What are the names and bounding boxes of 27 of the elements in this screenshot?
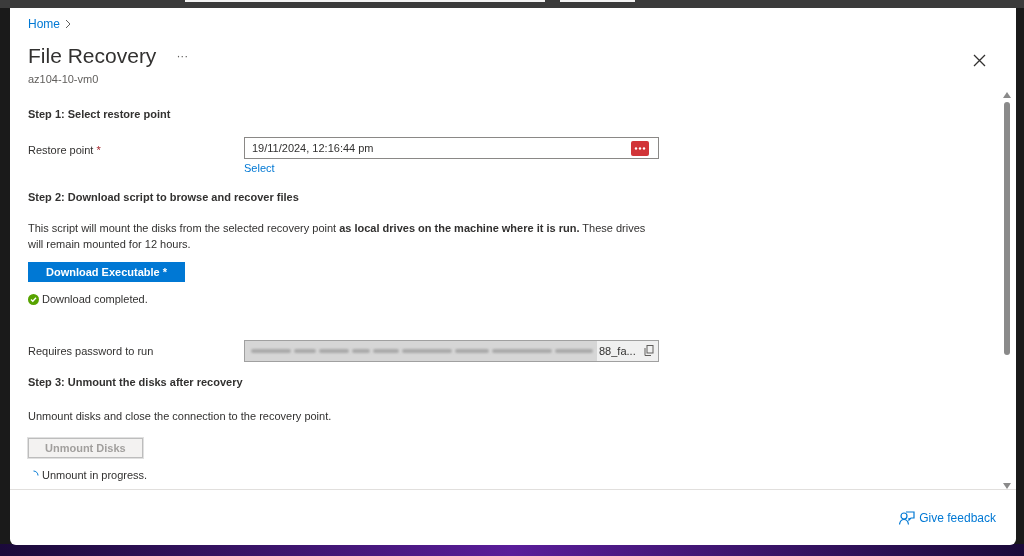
restore-point-field[interactable]: 19/11/2024, 12:16:44 pm bbox=[244, 137, 659, 160]
password-text: 88_fa... bbox=[599, 343, 636, 359]
feedback-icon bbox=[899, 510, 916, 525]
more-button[interactable]: ··· bbox=[176, 47, 189, 66]
description-text: This script will mount the disks from the selected recovery point as local drives on the machine where it is run. These drives will remain mounted for 12 hours. bbox=[28, 221, 647, 253]
blade-subtitle: az104-10-vm0 bbox=[28, 72, 100, 88]
section-heading: Step 1: Select restore point bbox=[28, 106, 172, 122]
more-icon[interactable] bbox=[631, 140, 649, 156]
status-text: Unmount in progress. bbox=[42, 467, 148, 483]
password-field[interactable]: 88_fa... bbox=[244, 339, 659, 362]
field-label: Restore point bbox=[28, 144, 95, 157]
status-text: Download completed. bbox=[42, 292, 148, 308]
copy-icon[interactable] bbox=[644, 345, 654, 357]
scroll-up-icon[interactable] bbox=[1003, 91, 1011, 98]
field-label: Requires password to run bbox=[28, 344, 154, 357]
description-text: Unmount disks and close the connection to the recovery point. bbox=[28, 409, 333, 425]
section-heading: Step 2: Download script to browse and recover files bbox=[28, 189, 300, 205]
chevron-right-icon bbox=[64, 19, 72, 29]
scroll-down-icon[interactable] bbox=[1003, 483, 1011, 489]
blade-title: File Recovery bbox=[28, 43, 157, 69]
download-button[interactable]: Download Executable * bbox=[28, 262, 186, 283]
breadcrumb-link[interactable]: Home bbox=[28, 15, 60, 33]
select-link[interactable]: Select bbox=[244, 162, 275, 175]
required-mark: * bbox=[96, 144, 101, 157]
give-feedback-link[interactable]: Give feedback bbox=[899, 508, 996, 527]
checkmark-circle-icon bbox=[28, 294, 39, 305]
section-heading: Step 3: Unmount the disks after recovery bbox=[28, 374, 244, 390]
